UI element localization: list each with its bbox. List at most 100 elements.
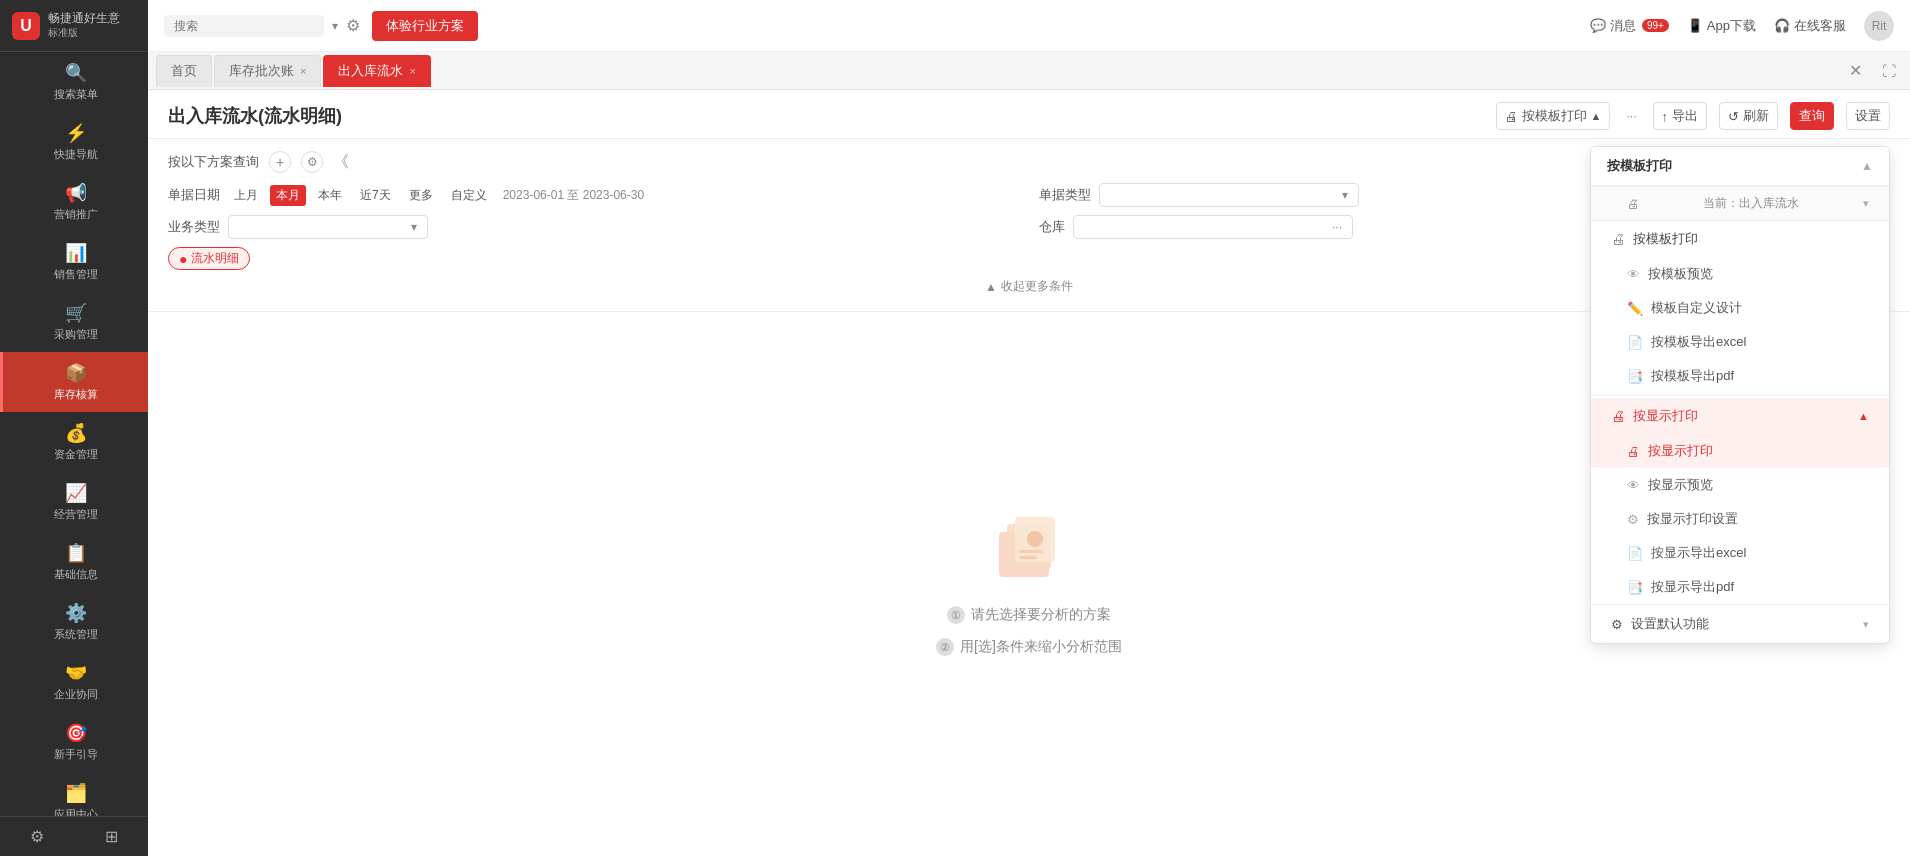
- page-header-actions: 🖨 按模板打印 ▲ ··· ↑ 导出 ↺ 刷新 查询 设置: [1496, 102, 1890, 130]
- tab-home[interactable]: 首页: [156, 55, 212, 87]
- export-label: 导出: [1672, 107, 1698, 125]
- tab-batch-account-close[interactable]: ×: [300, 65, 306, 77]
- filter-add-btn[interactable]: +: [269, 151, 291, 173]
- display-print-section-label: 按显示打印: [1633, 407, 1698, 425]
- print-chevron-up-icon[interactable]: ▲: [1591, 110, 1602, 122]
- empty-state: ① 请先选择要分析的方案 ② 用[选]条件来缩小分析范围: [936, 512, 1122, 656]
- sidebar-settings-btn[interactable]: ⚙: [30, 827, 44, 846]
- display-excel-icon: 📄: [1627, 546, 1643, 561]
- dropdown-item-template-print[interactable]: 🖨 按模板打印: [1591, 221, 1889, 257]
- message-btn[interactable]: 💬 消息 99+: [1590, 17, 1669, 35]
- svg-rect-4: [1019, 550, 1043, 553]
- empty-tip-2: ② 用[选]条件来缩小分析范围: [936, 638, 1122, 656]
- marketing-icon: 📢: [65, 182, 87, 204]
- dropdown-sub-template-excel[interactable]: 📄 按模板导出excel: [1591, 325, 1889, 359]
- dropdown-sub-display-preview[interactable]: 👁 按显示预览: [1591, 468, 1889, 502]
- template-excel-icon: 📄: [1627, 335, 1643, 350]
- sidebar-item-purchase[interactable]: 🛒 采购管理: [0, 292, 148, 352]
- dropdown-sub-template-custom[interactable]: ✏️ 模板自定义设计: [1591, 291, 1889, 325]
- date-field-label: 单据日期: [168, 186, 220, 204]
- sidebar-item-system[interactable]: ⚙️ 系统管理: [0, 592, 148, 652]
- filter-collapse-btn[interactable]: 《: [333, 152, 349, 173]
- dropdown-sub-display-print-action[interactable]: 🖨 按显示打印: [1591, 434, 1889, 468]
- set-default-label: 设置默认功能: [1631, 615, 1709, 633]
- search-input[interactable]: [174, 19, 294, 33]
- refresh-btn[interactable]: ↺ 刷新: [1719, 102, 1778, 130]
- user-avatar[interactable]: Rit: [1864, 11, 1894, 41]
- sidebar-item-operation[interactable]: 📈 经营管理: [0, 472, 148, 532]
- export-btn[interactable]: ↑ 导出: [1653, 102, 1708, 130]
- filter-settings-btn[interactable]: ⚙: [301, 151, 323, 173]
- sidebar-item-guide[interactable]: 🎯 新手引导: [0, 712, 148, 772]
- sidebar-label-finance: 资金管理: [54, 447, 98, 462]
- dropdown-sub-template-preview[interactable]: 👁 按模板预览: [1591, 257, 1889, 291]
- template-print-icon: 🖨: [1611, 231, 1625, 247]
- avatar-text: Rit: [1872, 19, 1887, 33]
- doc-type-select[interactable]: ▾: [1099, 183, 1359, 207]
- dropdown-divider: [1591, 395, 1889, 396]
- sidebar-item-sales[interactable]: 📊 销售管理: [0, 232, 148, 292]
- tab-inout-flow-close[interactable]: ×: [409, 65, 415, 77]
- set-default-chevron-icon: ▾: [1863, 618, 1869, 631]
- print-more-options-icon[interactable]: ···: [1622, 105, 1640, 127]
- sidebar-label-guide: 新手引导: [54, 747, 98, 762]
- refresh-icon: ↺: [1728, 109, 1739, 124]
- date-btn-this-month[interactable]: 本月: [270, 185, 306, 206]
- guide-icon: 🎯: [65, 722, 87, 744]
- set-default-icon: ⚙: [1611, 617, 1623, 632]
- display-print-settings-label: 按显示打印设置: [1647, 510, 1738, 528]
- sidebar-item-inventory[interactable]: 📦 库存核算: [0, 352, 148, 412]
- tabs-bar: 首页 库存批次账 × 出入库流水 × ✕ ⛶: [148, 52, 1910, 90]
- query-btn[interactable]: 查询: [1790, 102, 1834, 130]
- sidebar-item-search[interactable]: 🔍 搜索菜单: [0, 52, 148, 112]
- settings-page-btn[interactable]: 设置: [1846, 102, 1890, 130]
- date-btn-more[interactable]: 更多: [403, 185, 439, 206]
- search-bar[interactable]: [164, 15, 324, 37]
- dropdown-sub-display-pdf[interactable]: 📑 按显示导出pdf: [1591, 570, 1889, 604]
- online-service-btn[interactable]: 🎧 在线客服: [1774, 17, 1846, 35]
- business-type-chevron-icon: ▾: [411, 220, 417, 234]
- date-btn-7days[interactable]: 近7天: [354, 185, 397, 206]
- tab-expand-btn[interactable]: ⛶: [1876, 59, 1902, 83]
- sidebar-label-purchase: 采购管理: [54, 327, 98, 342]
- dropdown-scroll-up-btn[interactable]: ▲: [1861, 159, 1873, 173]
- sidebar-item-quick-nav[interactable]: ⚡ 快捷导航: [0, 112, 148, 172]
- search-dropdown-btn[interactable]: ▾: [332, 19, 338, 33]
- business-type-select[interactable]: ▾: [228, 215, 428, 239]
- dropdown-sub-display-print-settings[interactable]: ⚙ 按显示打印设置: [1591, 502, 1889, 536]
- sidebar-item-marketing[interactable]: 📢 营销推广: [0, 172, 148, 232]
- sidebar-item-collab[interactable]: 🤝 企业协同: [0, 652, 148, 712]
- print-template-btn[interactable]: 🖨 按模板打印 ▲: [1496, 102, 1611, 130]
- dropdown-sub-display-excel[interactable]: 📄 按显示导出excel: [1591, 536, 1889, 570]
- date-btn-custom[interactable]: 自定义: [445, 185, 493, 206]
- app-download-btn[interactable]: 📱 App下载: [1687, 17, 1756, 35]
- sidebar-item-finance[interactable]: 💰 资金管理: [0, 412, 148, 472]
- app-name: 畅捷通好生意: [48, 11, 120, 27]
- display-excel-label: 按显示导出excel: [1651, 544, 1746, 562]
- message-icon: 💬: [1590, 18, 1606, 33]
- tab-batch-account[interactable]: 库存批次账 ×: [214, 55, 321, 87]
- settings-icon[interactable]: ⚙: [346, 16, 360, 35]
- doc-type-label: 单据类型: [1039, 186, 1091, 204]
- date-btn-last-month[interactable]: 上月: [228, 185, 264, 206]
- sidebar-label-collab: 企业协同: [54, 687, 98, 702]
- dropdown-item-display-print[interactable]: 🖨 按显示打印 ▲: [1591, 398, 1889, 434]
- collapse-label: 收起更多条件: [1001, 278, 1073, 295]
- tab-close-all-btn[interactable]: ✕: [1843, 57, 1868, 84]
- active-filter-tag[interactable]: ● 流水明细: [168, 247, 250, 270]
- sidebar-label-operation: 经营管理: [54, 507, 98, 522]
- sidebar-label-app-center: 应用中心: [54, 807, 98, 816]
- dropdown-sub-template-pdf[interactable]: 📑 按模板导出pdf: [1591, 359, 1889, 393]
- filter-tag-icon: ●: [179, 251, 187, 267]
- sidebar-item-basic[interactable]: 📋 基础信息: [0, 532, 148, 592]
- date-btn-this-year[interactable]: 本年: [312, 185, 348, 206]
- tab-inout-flow[interactable]: 出入库流水 ×: [323, 55, 430, 87]
- sidebar-bottom: ⚙ ⊞: [0, 816, 148, 856]
- sidebar-item-app-center[interactable]: 🗂️ 应用中心: [0, 772, 148, 816]
- warehouse-select[interactable]: ···: [1073, 215, 1353, 239]
- trial-btn[interactable]: 体验行业方案: [372, 11, 478, 41]
- export-icon: ↑: [1662, 109, 1669, 124]
- dropdown-set-default-btn[interactable]: ⚙ 设置默认功能 ▾: [1591, 604, 1889, 643]
- sidebar-collapse-btn[interactable]: ⊞: [105, 827, 118, 846]
- phone-icon: 📱: [1687, 18, 1703, 33]
